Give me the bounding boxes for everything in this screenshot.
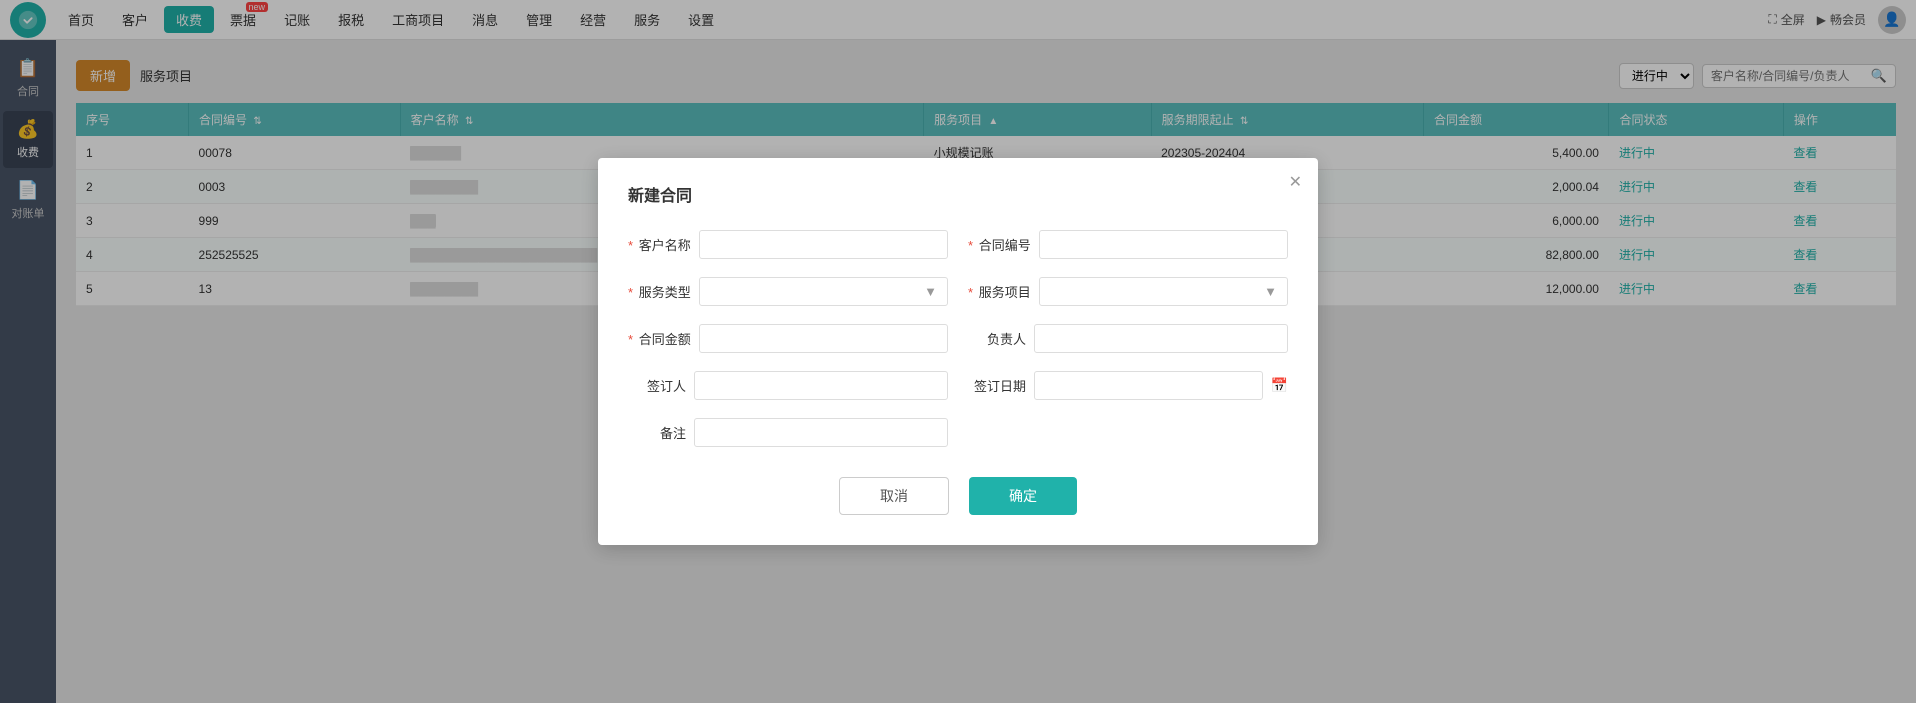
confirm-button[interactable]: 确定 bbox=[969, 477, 1077, 515]
form-group-remark: 备注 bbox=[628, 418, 948, 447]
responsible-person-input[interactable] bbox=[1034, 324, 1288, 353]
calendar-icon[interactable]: 📅 bbox=[1271, 377, 1288, 394]
form-group-signatory: 签订人 bbox=[628, 371, 948, 400]
form-row-5: 备注 bbox=[628, 418, 1288, 447]
contract-amount-input[interactable]: 0.00 bbox=[699, 324, 948, 353]
sign-date-input[interactable]: 2023-06-06 bbox=[1034, 371, 1263, 400]
form-row-4: 签订人 签订日期 2023-06-06 📅 bbox=[628, 371, 1288, 400]
remark-input[interactable] bbox=[694, 418, 948, 447]
service-item-select[interactable]: ▼ bbox=[1039, 277, 1288, 306]
contract-amount-label: * 合同金额 bbox=[628, 329, 691, 348]
form-group-customer-name: * 客户名称 bbox=[628, 230, 948, 259]
form-group-sign-date: 签订日期 2023-06-06 📅 bbox=[968, 371, 1288, 400]
remark-label: 备注 bbox=[628, 423, 686, 442]
form-group-amount: * 合同金额 0.00 bbox=[628, 324, 948, 353]
contract-no-input[interactable] bbox=[1039, 230, 1288, 259]
service-item-label: * 服务项目 bbox=[968, 282, 1031, 301]
modal-title: 新建合同 bbox=[628, 182, 1288, 206]
contract-no-label: * 合同编号 bbox=[968, 235, 1031, 254]
modal-overlay: 新建合同 ✕ * 客户名称 * 合同编号 bbox=[0, 0, 1916, 703]
modal: 新建合同 ✕ * 客户名称 * 合同编号 bbox=[598, 158, 1318, 545]
signatory-label: 签订人 bbox=[628, 376, 686, 395]
service-type-label: * 服务类型 bbox=[628, 282, 691, 301]
modal-close-button[interactable]: ✕ bbox=[1289, 172, 1302, 192]
form-group-contract-no: * 合同编号 bbox=[968, 230, 1288, 259]
modal-footer: 取消 确定 bbox=[628, 477, 1288, 515]
customer-name-input[interactable] bbox=[699, 230, 948, 259]
form-row-1: * 客户名称 * 合同编号 bbox=[628, 230, 1288, 259]
service-type-select[interactable]: ▼ bbox=[699, 277, 948, 306]
customer-name-label: * 客户名称 bbox=[628, 235, 691, 254]
sign-date-label: 签订日期 bbox=[968, 376, 1026, 395]
form-row-2: * 服务类型 ▼ * 服务项目 ▼ bbox=[628, 277, 1288, 306]
chevron-down-icon: ▼ bbox=[924, 284, 937, 299]
form-group-service-type: * 服务类型 ▼ bbox=[628, 277, 948, 306]
cancel-button[interactable]: 取消 bbox=[839, 477, 949, 515]
responsible-person-label: 负责人 bbox=[968, 329, 1026, 348]
form-group-responsible: 负责人 bbox=[968, 324, 1288, 353]
form-row-3: * 合同金额 0.00 负责人 bbox=[628, 324, 1288, 353]
form-group-service-item: * 服务项目 ▼ bbox=[968, 277, 1288, 306]
remark-spacer bbox=[968, 418, 1288, 447]
chevron-down-icon2: ▼ bbox=[1264, 284, 1277, 299]
signatory-input[interactable] bbox=[694, 371, 948, 400]
